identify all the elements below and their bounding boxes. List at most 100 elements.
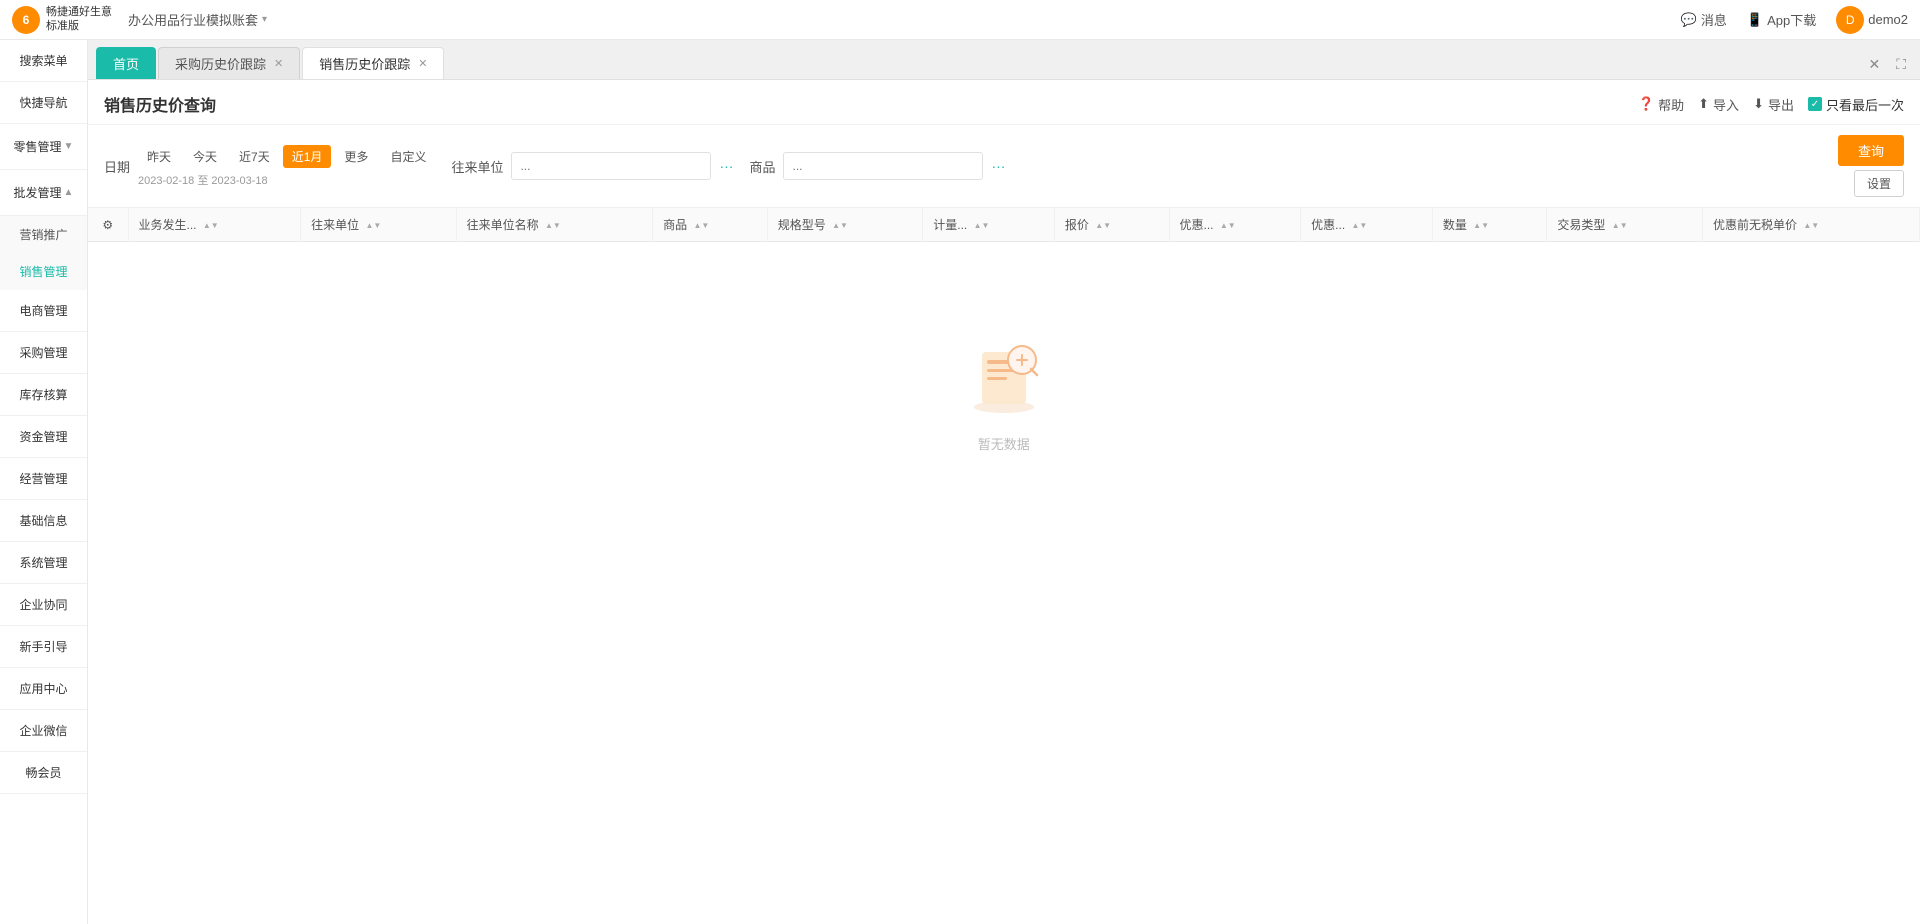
sidebar-item-finance-mgmt[interactable]: 资金管理 [0,416,87,458]
tabs-bar: 首页 采购历史价跟踪 ✕ 销售历史价跟踪 ✕ ✕ ⛶ [88,40,1920,80]
checkbox-icon: ✓ [1808,97,1822,111]
export-icon: ⬇ [1753,96,1764,112]
empty-text: 暂无数据 [978,434,1030,453]
sort-icon: ▲▼ [693,221,709,230]
help-icon: ❓ [1638,96,1654,112]
sort-icon: ▲▼ [545,221,561,230]
tab-expand-btn[interactable]: ⛶ [1890,54,1912,75]
tabs-controls: ✕ ⛶ [1862,54,1912,79]
sidebar-item-purchase-mgmt[interactable]: 采购管理 [0,332,87,374]
th-unit[interactable]: 计量... ▲▼ [923,208,1055,242]
topbar: 6 畅捷通好生意 标准版 办公用品行业模拟账套 ▾ 💬 消息 📱 App下载 D… [0,0,1920,40]
date-btn-custom[interactable]: 自定义 [381,145,435,168]
table-container: ⚙ 业务发生... ▲▼ 往来单位 ▲▼ 往来单位名称 ▲▼ [88,208,1920,924]
message-btn[interactable]: 💬 消息 [1681,10,1727,29]
th-biz-date[interactable]: 业务发生... ▲▼ [128,208,301,242]
query-button[interactable]: 查询 [1838,135,1904,166]
sort-icon: ▲▼ [203,221,219,230]
only-last-checkbox[interactable]: ✓ 只看最后一次 [1808,95,1904,114]
counterpart-label: 往来单位 [451,157,503,176]
date-btn-more[interactable]: 更多 [335,145,377,168]
sidebar-item-retail-mgmt[interactable]: 零售管理 ▼ [0,124,87,170]
th-gear[interactable]: ⚙ [88,208,128,242]
sidebar-label: 批发管理 [14,184,62,201]
th-counterpart-name[interactable]: 往来单位名称 ▲▼ [456,208,652,242]
date-btn-1month[interactable]: 近1月 [283,145,332,168]
sort-icon: ▲▼ [1803,221,1819,230]
sidebar-item-marketing[interactable]: 营销推广 [0,216,87,253]
th-pre-tax-price[interactable]: 优惠前无税单价 ▲▼ [1702,208,1919,242]
app-download-btn[interactable]: 📱 App下载 [1747,10,1816,29]
product-label: 商品 [749,157,775,176]
sidebar-label: 快捷导航 [19,94,67,111]
tab-close-all-btn[interactable]: ✕ [1862,54,1886,75]
help-btn[interactable]: ❓ 帮助 [1638,95,1684,114]
tab-close-sales[interactable]: ✕ [418,57,427,70]
date-filter-group: 日期 昨天 今天 近7天 近1月 更多 自定义 2023-02-18 至 202… [104,145,435,188]
th-qty[interactable]: 数量 ▲▼ [1432,208,1547,242]
counterpart-input[interactable] [511,152,711,180]
sidebar-label: 零售管理 [14,138,62,155]
th-counterpart[interactable]: 往来单位 ▲▼ [301,208,457,242]
date-buttons: 昨天 今天 近7天 近1月 更多 自定义 [138,145,435,168]
sidebar-item-wholesale-mgmt[interactable]: 批发管理 ▲ [0,170,87,216]
sidebar-item-sales-mgmt[interactable]: 销售管理 [0,253,87,290]
tab-sales-history[interactable]: 销售历史价跟踪 ✕ [302,47,444,79]
date-btn-today[interactable]: 今天 [184,145,226,168]
tab-home[interactable]: 首页 [96,47,156,79]
sidebar-item-ecommerce-mgmt[interactable]: 电商管理 [0,290,87,332]
app-title: 办公用品行业模拟账套 ▾ [128,10,267,29]
sidebar-item-search-menu[interactable]: 搜索菜单 [0,40,87,82]
th-product[interactable]: 商品 ▲▼ [653,208,768,242]
sort-icon: ▲▼ [1473,221,1489,230]
sort-icon: ▲▼ [1352,221,1368,230]
th-discount2[interactable]: 优惠... ▲▼ [1301,208,1433,242]
import-btn[interactable]: ⬆ 导入 [1698,95,1739,114]
date-btn-7days[interactable]: 近7天 [230,145,279,168]
th-discount1[interactable]: 优惠... ▲▼ [1169,208,1301,242]
sort-icon: ▲▼ [1612,221,1628,230]
sidebar-item-new-guide[interactable]: 新手引导 [0,626,87,668]
sidebar-item-app-center[interactable]: 应用中心 [0,668,87,710]
empty-icon [954,322,1054,422]
sidebar-item-enterprise-wechat[interactable]: 企业微信 [0,710,87,752]
dropdown-icon[interactable]: ▾ [262,14,267,25]
logo: 6 畅捷通好生意 标准版 [12,6,112,34]
page-header: 销售历史价查询 ❓ 帮助 ⬆ 导入 ⬇ 导出 ✓ 只看最后一次 [88,80,1920,125]
th-spec[interactable]: 规格型号 ▲▼ [767,208,923,242]
product-filter-group: 商品 ··· [749,152,1005,180]
chevron-down-icon: ▼ [64,141,74,152]
filter-area: 日期 昨天 今天 近7天 近1月 更多 自定义 2023-02-18 至 202… [88,125,1920,208]
tab-close-purchase[interactable]: ✕ [274,57,283,70]
sidebar-item-enterprise-collab[interactable]: 企业协同 [0,584,87,626]
sidebar: 搜索菜单 快捷导航 零售管理 ▼ 批发管理 ▲ 营销推广 销售管理 电商管理 采… [0,40,88,924]
sidebar-item-inventory-calc[interactable]: 库存核算 [0,374,87,416]
page-title: 销售历史价查询 [104,92,216,116]
export-btn[interactable]: ⬇ 导出 [1753,95,1794,114]
sort-icon: ▲▼ [365,221,381,230]
sidebar-item-quick-nav[interactable]: 快捷导航 [0,82,87,124]
th-trade-type[interactable]: 交易类型 ▲▼ [1547,208,1703,242]
topbar-right: 💬 消息 📱 App下载 D demo2 [1681,6,1908,34]
sidebar-item-system-mgmt[interactable]: 系统管理 [0,542,87,584]
table-header-row: ⚙ 业务发生... ▲▼ 往来单位 ▲▼ 往来单位名称 ▲▼ [88,208,1920,242]
sidebar-item-operations-mgmt[interactable]: 经营管理 [0,458,87,500]
th-quote[interactable]: 报价 ▲▼ [1054,208,1169,242]
settings-button[interactable]: 设置 [1854,170,1904,197]
tab-purchase-history[interactable]: 采购历史价跟踪 ✕ [158,47,300,79]
logo-icon: 6 [12,6,40,34]
counterpart-filter-group: 往来单位 ··· [451,152,733,180]
sort-icon: ▲▼ [1220,221,1236,230]
date-btn-yesterday[interactable]: 昨天 [138,145,180,168]
counterpart-picker-btn[interactable]: ··· [719,158,733,174]
product-input[interactable] [783,152,983,180]
page-actions: ❓ 帮助 ⬆ 导入 ⬇ 导出 ✓ 只看最后一次 [1638,95,1904,114]
sidebar-item-basic-info[interactable]: 基础信息 [0,500,87,542]
date-range-display: 2023-02-18 至 2023-03-18 [138,172,435,188]
message-icon: 💬 [1681,12,1697,28]
product-picker-btn[interactable]: ··· [991,158,1005,174]
date-label: 日期 [104,157,130,176]
sidebar-item-vip-member[interactable]: 畅会员 [0,752,87,794]
sidebar-label: 搜索菜单 [19,52,67,69]
user-menu[interactable]: D demo2 [1836,6,1908,34]
